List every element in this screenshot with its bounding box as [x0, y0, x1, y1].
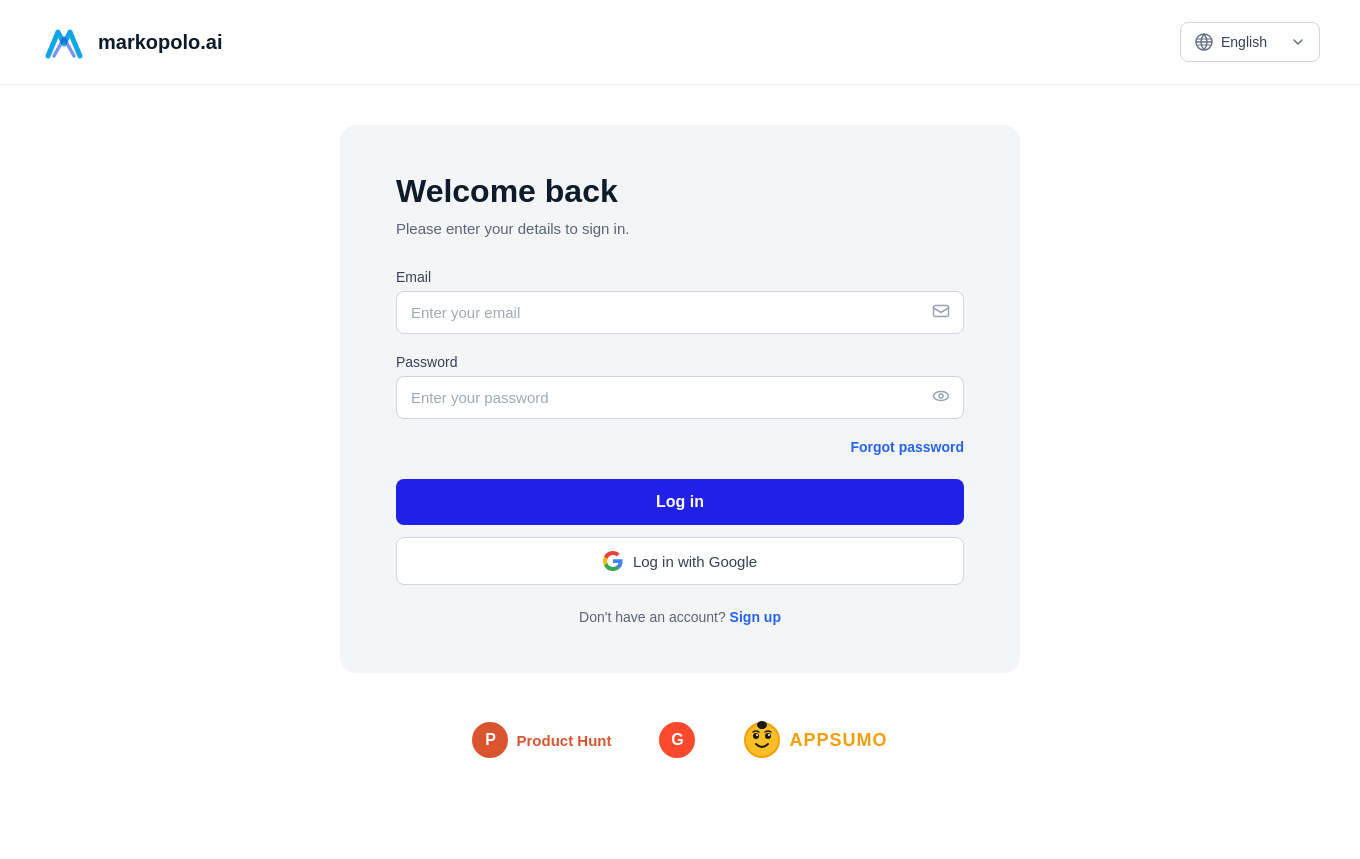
appsumo-face-icon [743, 721, 781, 759]
email-group: Email [396, 269, 964, 334]
signup-link[interactable]: Sign up [730, 609, 781, 625]
product-hunt-label: Product Hunt [516, 732, 611, 749]
email-input[interactable] [396, 291, 964, 334]
password-label: Password [396, 354, 964, 370]
forgot-password-row: Forgot password [396, 439, 964, 455]
language-label: English [1221, 34, 1267, 50]
google-login-button[interactable]: Log in with Google [396, 537, 964, 585]
markopolo-logo-icon [40, 18, 88, 66]
language-selector[interactable]: English [1180, 22, 1320, 62]
chevron-down-icon [1291, 35, 1305, 49]
product-hunt-badge: P Product Hunt [472, 722, 611, 758]
appsumo-badge: APPSUMO [743, 721, 887, 759]
google-button-label: Log in with Google [633, 553, 757, 570]
signup-row: Don't have an account? Sign up [396, 609, 964, 625]
password-input[interactable] [396, 376, 964, 419]
svg-point-8 [756, 734, 758, 736]
svg-point-3 [939, 394, 943, 398]
signup-prompt: Don't have an account? [579, 609, 726, 625]
product-hunt-icon: P [472, 722, 508, 758]
password-input-wrapper [396, 376, 964, 419]
footer-logos: P Product Hunt G [472, 721, 887, 759]
welcome-title: Welcome back [396, 173, 964, 210]
main-content: Welcome back Please enter your details t… [0, 85, 1360, 819]
password-group: Password [396, 354, 964, 419]
login-card: Welcome back Please enter your details t… [340, 125, 1020, 673]
g2-badge: G [659, 722, 695, 758]
logo-text: markopolo.ai [98, 31, 222, 54]
svg-point-9 [768, 734, 770, 736]
login-button[interactable]: Log in [396, 479, 964, 525]
forgot-password-link[interactable]: Forgot password [850, 439, 964, 455]
welcome-subtitle: Please enter your details to sign in. [396, 220, 964, 237]
svg-rect-11 [760, 723, 764, 729]
logo-area: markopolo.ai [40, 18, 222, 66]
eye-icon[interactable] [932, 387, 950, 409]
google-g-icon [603, 551, 623, 571]
svg-point-7 [765, 733, 771, 739]
svg-point-2 [934, 391, 949, 400]
svg-point-6 [753, 733, 759, 739]
email-label: Email [396, 269, 964, 285]
globe-icon [1195, 33, 1213, 51]
email-icon [932, 302, 950, 324]
g2-icon: G [659, 722, 695, 758]
appsumo-label: APPSUMO [789, 730, 887, 751]
svg-rect-1 [934, 305, 949, 316]
email-input-wrapper [396, 291, 964, 334]
header: markopolo.ai English [0, 0, 1360, 85]
